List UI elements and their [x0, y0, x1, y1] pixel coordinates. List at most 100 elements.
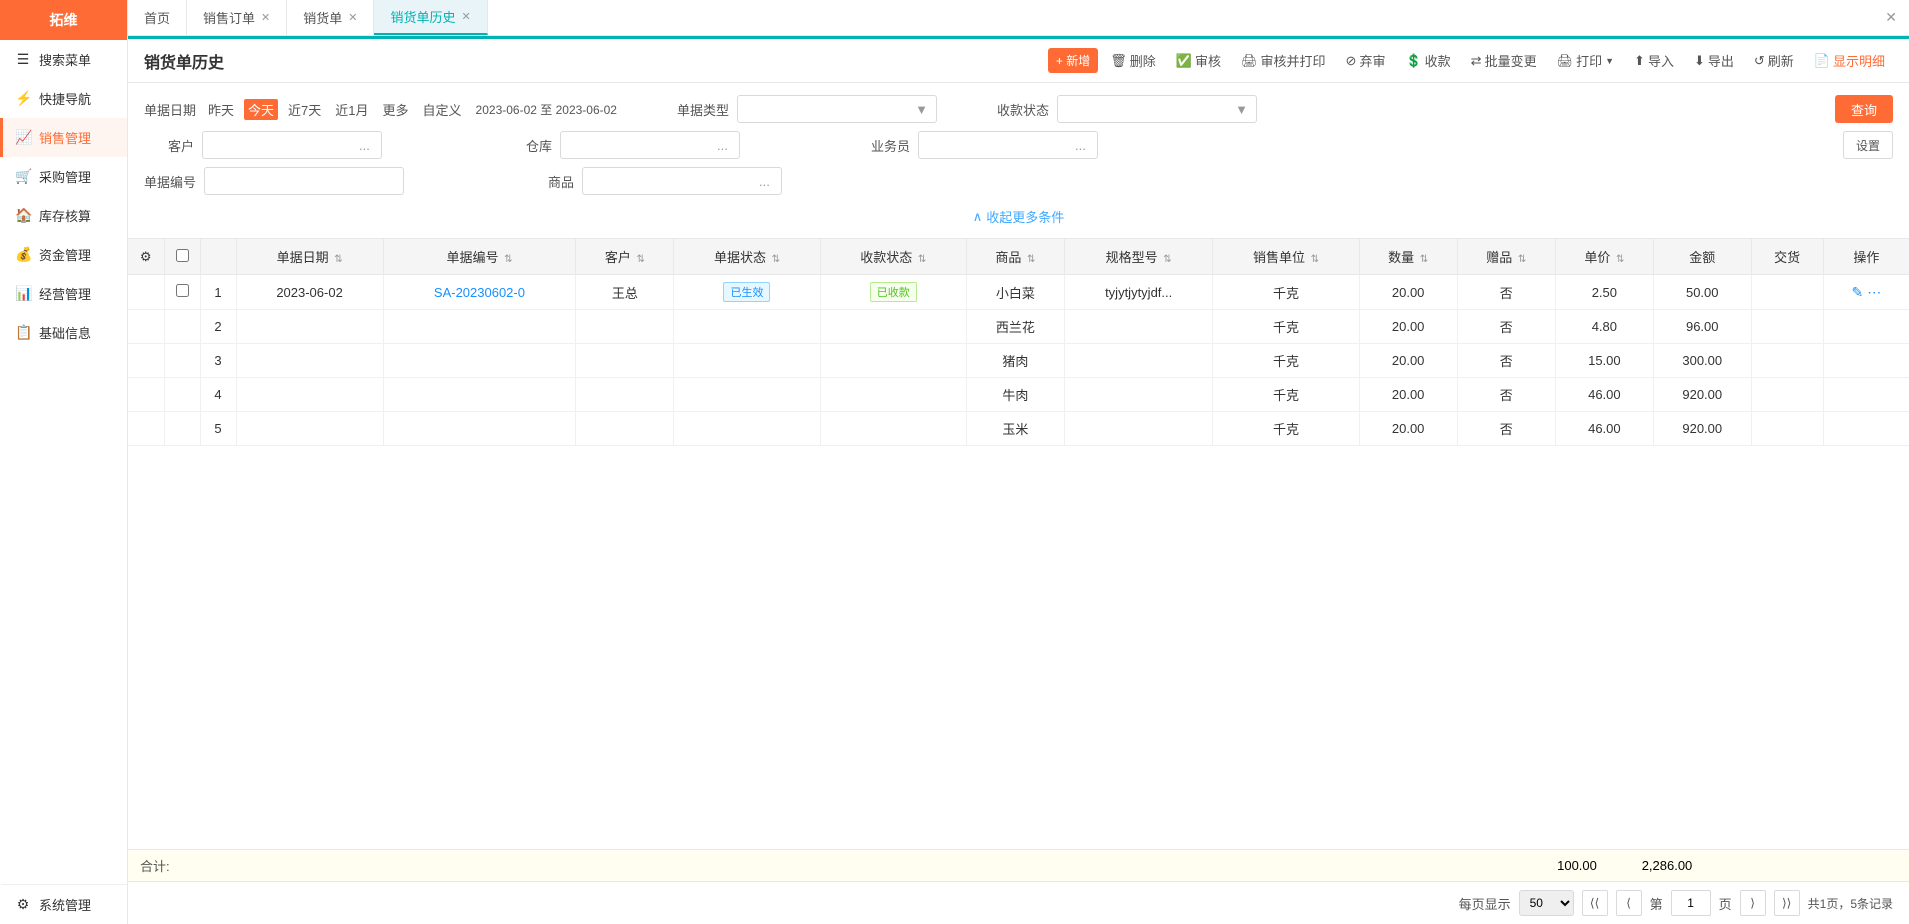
- cell-goods: 小白菜: [966, 275, 1064, 310]
- sort-gift-icon: ⇅: [1518, 254, 1526, 265]
- prev-page-btn[interactable]: ⟨: [1616, 890, 1642, 916]
- delete-icon: 🗑: [1110, 53, 1127, 69]
- import-button[interactable]: ⬆ 导入: [1626, 47, 1682, 74]
- cell-spec-type: [1064, 412, 1212, 446]
- col-spec-type[interactable]: 规格型号 ⇅: [1064, 239, 1212, 275]
- goods-input[interactable]: [589, 168, 759, 194]
- sidebar-item-sys-mgmt[interactable]: ⚙ 系统管理: [0, 884, 127, 924]
- collapse-filter-btn[interactable]: ∧ 收起更多条件: [144, 207, 1893, 226]
- sidebar-item-basic-info[interactable]: 📋 基础信息: [0, 313, 127, 352]
- shortcut-today[interactable]: 今天: [244, 99, 278, 120]
- shortcut-more[interactable]: 更多: [379, 99, 413, 120]
- tab-sales-history[interactable]: 销货单历史 ✕: [374, 0, 487, 35]
- delete-button[interactable]: 🗑 删除: [1102, 47, 1164, 74]
- next-page-btn[interactable]: ⟩: [1740, 890, 1766, 916]
- warehouse-ellipsis[interactable]: ...: [717, 138, 728, 153]
- select-all-checkbox[interactable]: [176, 249, 189, 262]
- export-button[interactable]: ⬇ 导出: [1686, 47, 1742, 74]
- tab-sales-goods-close[interactable]: ✕: [348, 11, 357, 24]
- audit-print-button[interactable]: 🖨 审核并打印: [1233, 47, 1334, 74]
- refresh-button[interactable]: ↺ 刷新: [1746, 47, 1802, 74]
- col-checkbox[interactable]: [164, 239, 200, 275]
- salesperson-ellipsis[interactable]: ...: [1075, 138, 1086, 153]
- sidebar-item-fund-mgmt[interactable]: 💰 资金管理: [0, 235, 127, 274]
- page-label: 页: [1719, 894, 1732, 913]
- last-page-btn[interactable]: ⟩⟩: [1774, 890, 1800, 916]
- date-label: 单据日期: [144, 100, 196, 119]
- cell-checkbox[interactable]: [164, 412, 200, 446]
- salesperson-input[interactable]: [925, 132, 1075, 158]
- docnum-input[interactable]: [204, 167, 404, 195]
- page-size-select[interactable]: 50 100 200: [1519, 890, 1574, 916]
- sidebar-item-inventory[interactable]: 🏠 库存核算: [0, 196, 127, 235]
- col-sales-unit[interactable]: 销售单位 ⇅: [1213, 239, 1359, 275]
- customer-input[interactable]: [209, 132, 359, 158]
- tab-sales-history-close[interactable]: ✕: [462, 10, 471, 23]
- edit-action-btn[interactable]: ✎: [1852, 284, 1864, 301]
- sidebar-item-search-menu[interactable]: ☰ 搜索菜单: [0, 40, 127, 79]
- col-doc-date[interactable]: 单据日期 ⇅: [236, 239, 383, 275]
- page-input[interactable]: [1671, 890, 1711, 916]
- main-area: 首页 销售订单 ✕ 销货单 ✕ 销货单历史 ✕ ✕ 销货单历史 + 新增 🗑 删…: [128, 0, 1909, 924]
- cell-checkbox[interactable]: [164, 275, 200, 310]
- cell-doc-status: 已生效: [674, 275, 820, 310]
- col-quantity[interactable]: 数量 ⇅: [1359, 239, 1457, 275]
- warehouse-input[interactable]: [567, 132, 717, 158]
- cell-seq: 2: [200, 310, 236, 344]
- sidebar-item-sales-mgmt[interactable]: 📈 销售管理: [0, 118, 127, 157]
- tab-sales-goods[interactable]: 销货单 ✕: [287, 0, 374, 35]
- cell-transaction: [1751, 412, 1823, 446]
- cell-checkbox[interactable]: [164, 310, 200, 344]
- row-checkbox[interactable]: [176, 284, 189, 297]
- col-collect-status[interactable]: 收款状态 ⇅: [820, 239, 966, 275]
- tab-sales-order-close[interactable]: ✕: [261, 11, 270, 24]
- show-detail-icon: 📄: [1814, 53, 1830, 69]
- col-doc-number[interactable]: 单据编号 ⇅: [383, 239, 576, 275]
- collect-status-select[interactable]: ▼: [1057, 95, 1257, 123]
- window-close-btn[interactable]: ✕: [1873, 9, 1909, 26]
- shortcut-7days[interactable]: 近7天: [284, 99, 325, 120]
- filter-actions: 查询 设置: [1835, 95, 1893, 159]
- sidebar-item-quick-nav[interactable]: ⚡ 快捷导航: [0, 79, 127, 118]
- page-label-before: 第: [1650, 894, 1663, 913]
- footer-total-amount: 2,286.00: [1617, 858, 1717, 873]
- filter-item-date: 单据日期 昨天 今天 近7天 近1月 更多 自定义 2023-06-02 至 2…: [144, 99, 617, 120]
- show-detail-button[interactable]: 📄 显示明细: [1806, 47, 1893, 74]
- abandon-button[interactable]: ⊘ 弃审: [1338, 47, 1394, 74]
- doc-number-link[interactable]: SA-20230602-0: [434, 285, 525, 300]
- col-customer[interactable]: 客户 ⇅: [576, 239, 674, 275]
- cell-checkbox[interactable]: [164, 344, 200, 378]
- collect-button[interactable]: 💲 收款: [1397, 47, 1458, 74]
- cell-doc-number: [383, 378, 576, 412]
- more-action-btn[interactable]: ⋯: [1867, 284, 1881, 301]
- col-settings[interactable]: ⚙: [128, 239, 164, 275]
- tab-home[interactable]: 首页: [128, 0, 187, 35]
- goods-ellipsis[interactable]: ...: [759, 174, 770, 189]
- setup-button[interactable]: 设置: [1843, 131, 1893, 159]
- tab-sales-order[interactable]: 销售订单 ✕: [187, 0, 287, 35]
- print-button[interactable]: 🖨 打印 ▼: [1549, 47, 1622, 74]
- col-unit-price[interactable]: 单价 ⇅: [1555, 239, 1653, 275]
- first-page-btn[interactable]: ⟨⟨: [1582, 890, 1608, 916]
- cell-sales-unit: 千克: [1213, 275, 1359, 310]
- new-button[interactable]: + 新增: [1048, 48, 1098, 73]
- table-row: 4 牛肉 千克 20.00 否 46.00 920.00: [128, 378, 1909, 412]
- shortcut-1month[interactable]: 近1月: [331, 99, 372, 120]
- sidebar-item-purchase-mgmt[interactable]: 🛒 采购管理: [0, 157, 127, 196]
- sort-docnum-icon: ⇅: [504, 254, 512, 265]
- col-gift[interactable]: 赠品 ⇅: [1457, 239, 1555, 275]
- cell-checkbox[interactable]: [164, 378, 200, 412]
- sidebar-item-biz-mgmt[interactable]: 📊 经营管理: [0, 274, 127, 313]
- col-doc-status[interactable]: 单据状态 ⇅: [674, 239, 820, 275]
- customer-ellipsis[interactable]: ...: [359, 138, 370, 153]
- batch-change-button[interactable]: ⇄ 批量变更: [1463, 47, 1545, 74]
- doc-type-select[interactable]: ▼: [737, 95, 937, 123]
- audit-button[interactable]: ✅ 审核: [1168, 47, 1229, 74]
- shortcut-custom[interactable]: 自定义: [419, 99, 466, 120]
- table-row: 2 西兰花 千克 20.00 否 4.80 96.00: [128, 310, 1909, 344]
- query-button[interactable]: 查询: [1835, 95, 1893, 123]
- shortcut-yesterday[interactable]: 昨天: [204, 99, 238, 120]
- sort-quantity-icon: ⇅: [1420, 254, 1428, 265]
- col-goods[interactable]: 商品 ⇅: [966, 239, 1064, 275]
- filter-item-warehouse: 仓库 ...: [502, 131, 740, 159]
